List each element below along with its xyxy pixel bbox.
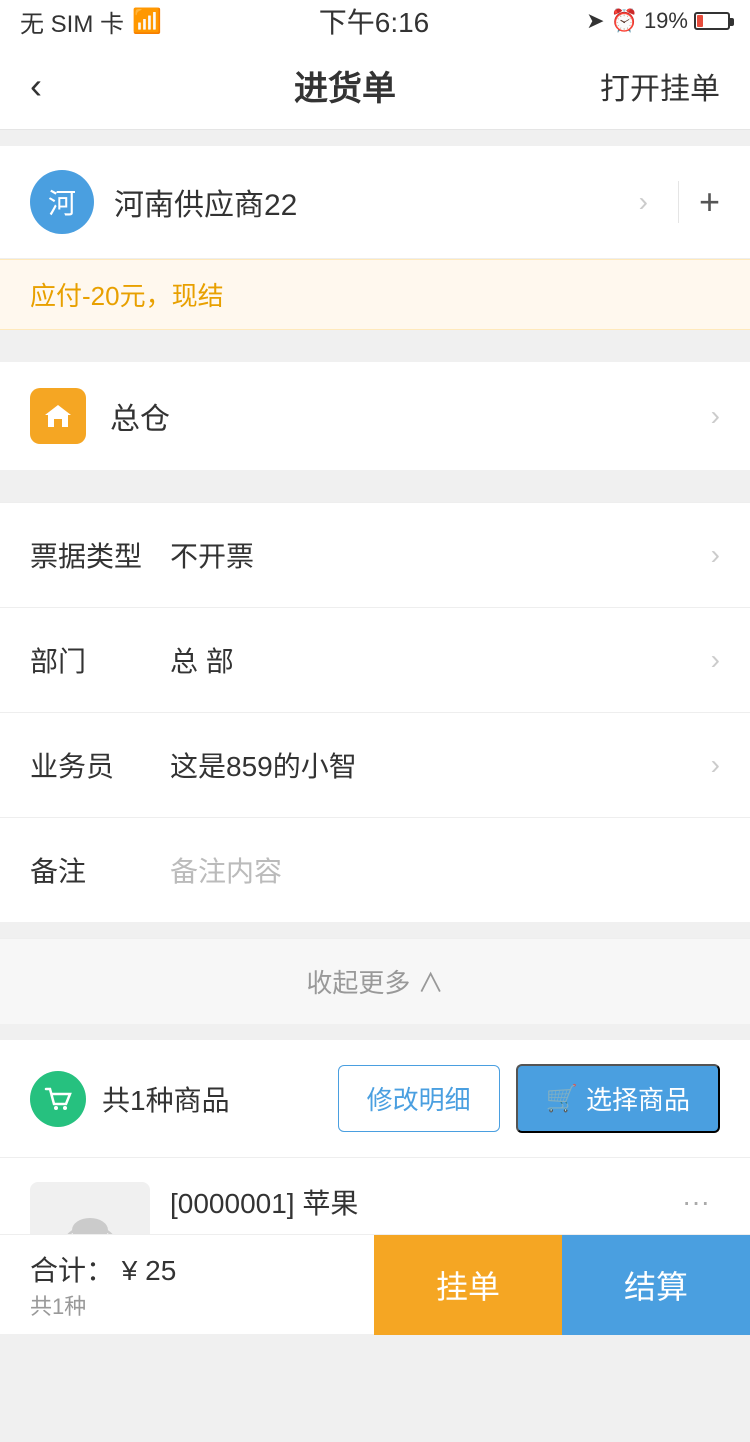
select-cart-icon: 🛒 bbox=[546, 1083, 578, 1114]
bottom-bar: 合计： ¥ 25 共1种 挂单 结算 bbox=[0, 1234, 750, 1334]
status-right: ➤ ⏰ 19% bbox=[586, 8, 730, 34]
battery-text: 19% bbox=[644, 8, 688, 34]
nav-bar: ‹ 进货单 打开挂单 bbox=[0, 42, 750, 130]
warehouse-row[interactable]: 总仓 › bbox=[0, 362, 750, 470]
warehouse-name: 总仓 bbox=[110, 394, 711, 438]
total-label-row: 合计： ¥ 25 bbox=[30, 1249, 344, 1289]
status-bar: 无 SIM 卡 📶 下午6:16 ➤ ⏰ 19% bbox=[0, 0, 750, 42]
status-time: 下午6:16 bbox=[319, 1, 430, 41]
alarm-icon: ⏰ bbox=[611, 8, 638, 34]
department-row[interactable]: 部门 总 部 › bbox=[0, 607, 750, 712]
carrier-text: 无 SIM 卡 bbox=[20, 4, 124, 39]
product-more-button[interactable]: ··· bbox=[672, 1182, 720, 1222]
gap-3 bbox=[0, 486, 750, 502]
battery-fill bbox=[697, 15, 703, 27]
status-left: 无 SIM 卡 📶 bbox=[20, 4, 162, 39]
invoice-chevron-icon: › bbox=[711, 539, 720, 571]
remark-label: 备注 bbox=[30, 850, 150, 890]
modify-detail-button[interactable]: 修改明细 bbox=[338, 1065, 500, 1132]
total-label: 合计： bbox=[30, 1255, 114, 1286]
supplier-avatar: 河 bbox=[30, 170, 94, 234]
page-title: 进货单 bbox=[90, 61, 600, 110]
warehouse-chevron-icon: › bbox=[711, 400, 720, 432]
total-amount: ¥ 25 bbox=[122, 1255, 177, 1286]
product-cart-icon bbox=[30, 1071, 86, 1127]
supplier-chevron-icon: › bbox=[639, 186, 648, 218]
collapse-bar[interactable]: 收起更多 ∧ bbox=[0, 938, 750, 1024]
bottom-spacer bbox=[0, 1342, 750, 1442]
select-product-label: 选择商品 bbox=[586, 1080, 690, 1117]
back-button[interactable]: ‹ bbox=[30, 65, 90, 107]
supplier-notice: 应付-20元，现结 bbox=[0, 259, 750, 330]
department-chevron-icon: › bbox=[711, 644, 720, 676]
supplier-section: 河 河南供应商22 › + 应付-20元，现结 bbox=[0, 146, 750, 330]
checkout-button[interactable]: 结算 bbox=[562, 1235, 750, 1335]
salesman-label: 业务员 bbox=[30, 745, 150, 785]
form-section: 票据类型 不开票 › 部门 总 部 › 业务员 这是859的小智 › 备注 备注… bbox=[0, 502, 750, 922]
gap-1 bbox=[0, 130, 750, 146]
supplier-row[interactable]: 河 河南供应商22 › + bbox=[0, 146, 750, 259]
gap-4 bbox=[0, 1024, 750, 1040]
product-count-text: 共1种商品 bbox=[102, 1079, 322, 1119]
department-label: 部门 bbox=[30, 640, 150, 680]
warehouse-icon bbox=[30, 388, 86, 444]
cart-icon-svg bbox=[43, 1084, 73, 1114]
product-name: 苹果 bbox=[302, 1188, 358, 1219]
department-value: 总 部 bbox=[150, 640, 711, 680]
salesman-value: 这是859的小智 bbox=[150, 745, 711, 785]
add-supplier-button[interactable]: + bbox=[678, 181, 720, 223]
supplier-name: 河南供应商22 bbox=[114, 180, 639, 224]
remark-row[interactable]: 备注 备注内容 bbox=[0, 817, 750, 922]
avatar-text: 河 bbox=[48, 182, 76, 222]
house-icon-svg bbox=[43, 401, 73, 431]
invoice-type-value: 不开票 bbox=[150, 535, 711, 575]
salesman-row[interactable]: 业务员 这是859的小智 › bbox=[0, 712, 750, 817]
product-header: 共1种商品 修改明细 🛒 选择商品 bbox=[0, 1040, 750, 1157]
product-code: [0000001] bbox=[170, 1188, 295, 1219]
product-title: [0000001] 苹果 bbox=[170, 1182, 652, 1222]
wifi-icon: 📶 bbox=[132, 7, 162, 36]
battery-icon bbox=[694, 12, 730, 30]
invoice-type-row[interactable]: 票据类型 不开票 › bbox=[0, 502, 750, 607]
select-product-button[interactable]: 🛒 选择商品 bbox=[516, 1064, 720, 1133]
hold-button[interactable]: 挂单 bbox=[374, 1235, 562, 1335]
gap-2 bbox=[0, 346, 750, 362]
total-section: 合计： ¥ 25 共1种 bbox=[0, 1249, 374, 1321]
invoice-type-label: 票据类型 bbox=[30, 535, 150, 575]
warehouse-section: 总仓 › bbox=[0, 362, 750, 470]
salesman-chevron-icon: › bbox=[711, 749, 720, 781]
remark-value[interactable]: 备注内容 bbox=[150, 850, 720, 890]
total-count: 共1种 bbox=[30, 1289, 344, 1321]
location-icon: ➤ bbox=[586, 8, 604, 34]
open-pending-button[interactable]: 打开挂单 bbox=[600, 64, 720, 108]
